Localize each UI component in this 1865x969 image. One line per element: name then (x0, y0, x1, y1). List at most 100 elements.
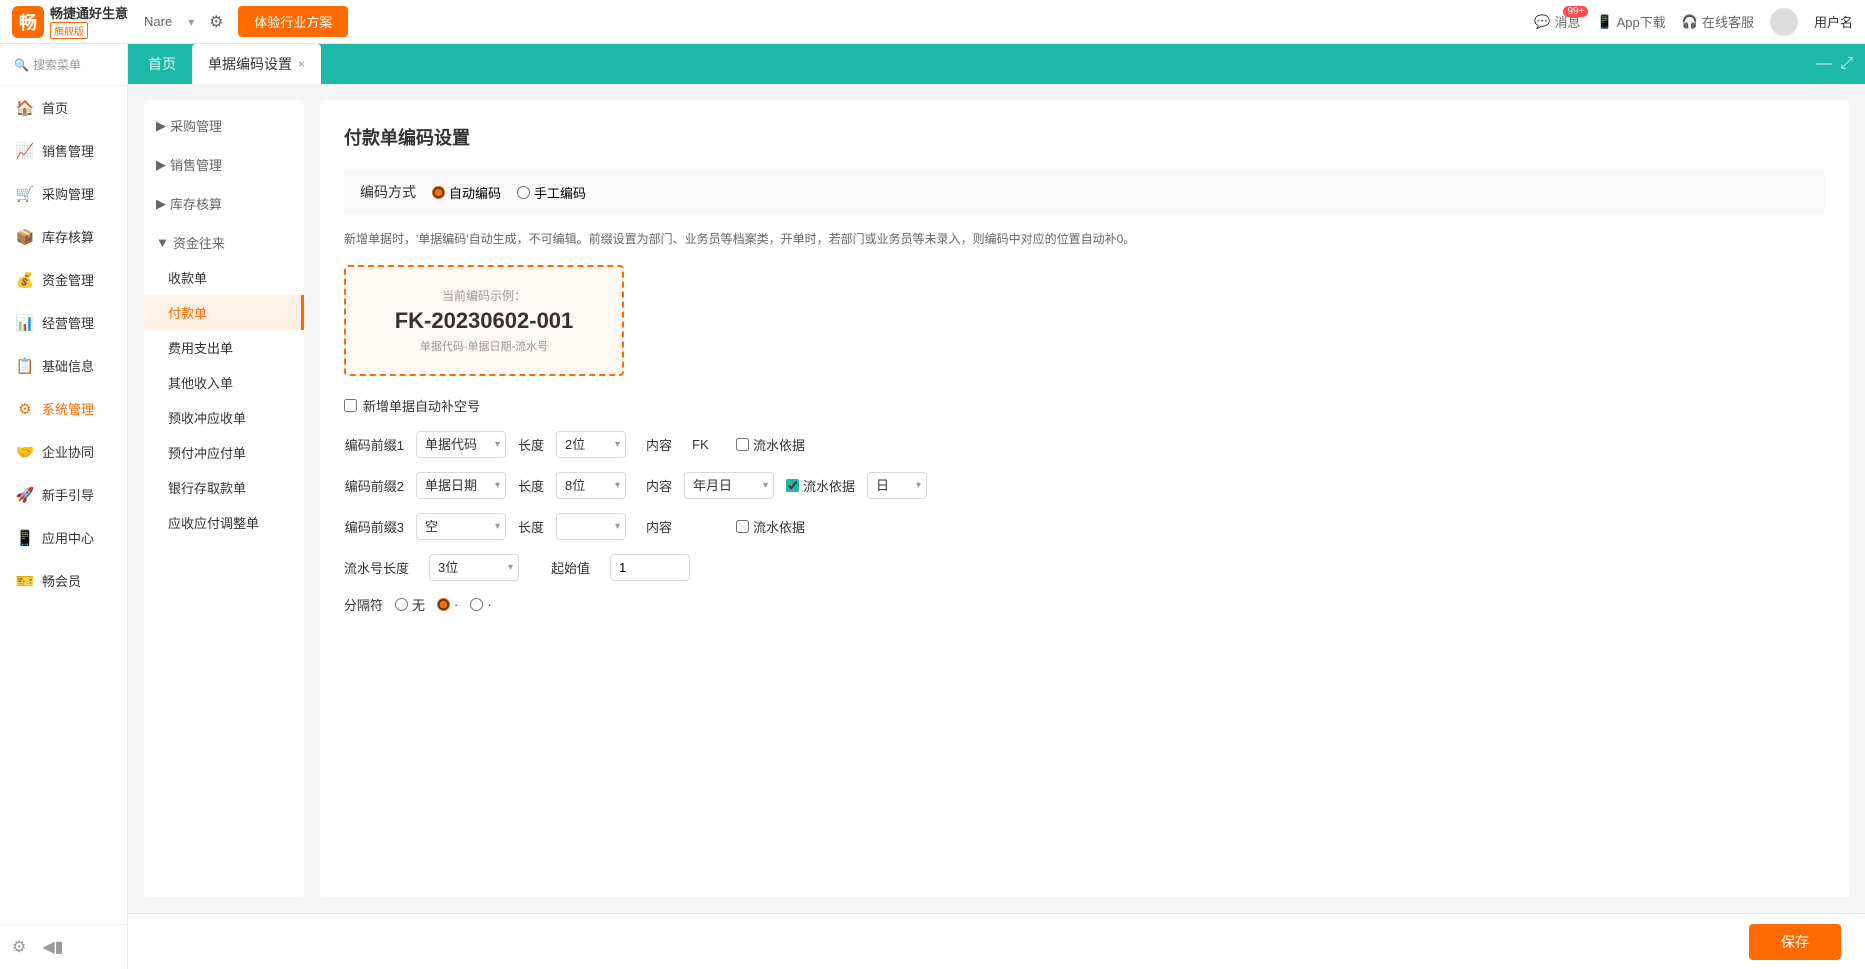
sidebar-item-appcenter[interactable]: 📱 应用中心 (0, 516, 127, 559)
sidebar-item-inventory[interactable]: 📦 库存核算 (0, 215, 127, 258)
manual-encode-radio[interactable]: 手工编码 (517, 183, 586, 202)
member-icon: 🎫 (16, 572, 34, 590)
trial-button[interactable]: 体验行业方案 (238, 6, 348, 37)
settings-icon[interactable]: ⚙ (202, 8, 230, 36)
sub-group-sales: ▶ 销售管理 (144, 147, 304, 182)
length1-label: 长度 (518, 435, 544, 454)
tab-encoding-label: 单据编码设置 (208, 54, 292, 74)
collapse-icon[interactable]: ◀▮ (38, 933, 67, 961)
length2-select[interactable]: 8位 (556, 472, 626, 499)
sep-dot-label: · (454, 597, 458, 612)
sub-group-fund: ▼ 资金往来 收款单 付款单 费用支出单 其他收入单 预收冲应收单 预付冲应付单… (144, 225, 304, 540)
sidebar-item-operation[interactable]: 📊 经营管理 (0, 301, 127, 344)
manual-encode-radio-input[interactable] (517, 186, 530, 199)
app-download-btn[interactable]: 📱 App下载 (1596, 12, 1665, 31)
appcenter-icon: 📱 (16, 529, 34, 547)
save-button[interactable]: 保存 (1749, 924, 1841, 960)
sidebar-label-inventory: 库存核算 (42, 227, 94, 246)
prefix2-label: 编码前缀2 (344, 476, 404, 495)
user-avatar[interactable] (1770, 8, 1798, 36)
content1-value: FK (684, 433, 724, 456)
auto-encode-radio-input[interactable] (432, 186, 445, 199)
sidebar-item-system[interactable]: ⚙ 系统管理 (0, 387, 127, 430)
sub-item-advance-offset[interactable]: 预付冲应付单 (144, 435, 304, 470)
sidebar-item-guide[interactable]: 🚀 新手引导 (0, 473, 127, 516)
sub-header-inventory[interactable]: ▶ 库存核算 (144, 186, 304, 221)
sub-item-payment[interactable]: 付款单 (144, 295, 304, 330)
sub-header-purchase[interactable]: ▶ 采购管理 (144, 108, 304, 143)
minimize-icon[interactable]: — (1816, 55, 1832, 73)
sub-item-prepay-offset[interactable]: 预收冲应收单 (144, 400, 304, 435)
cooperation-icon: 🤝 (16, 443, 34, 461)
form-row-1: 编码前缀1 单据代码 长度 2位 内容 (344, 431, 1825, 458)
sidebar-item-purchase[interactable]: 🛒 采购管理 (0, 172, 127, 215)
content2-select-wrapper: 年月日 (684, 472, 774, 499)
sub-item-other-income[interactable]: 其他收入单 (144, 365, 304, 400)
message-icon: 💬 (1534, 14, 1550, 30)
encoding-radio-group: 自动编码 手工编码 (432, 183, 586, 202)
sub-group-purchase: ▶ 采购管理 (144, 108, 304, 143)
prefix1-select[interactable]: 单据代码 (416, 431, 506, 458)
sub-item-ar-ap-adjust[interactable]: 应收应付调整单 (144, 505, 304, 540)
sep-dot-input[interactable] (437, 598, 450, 611)
service-btn[interactable]: 🎧 在线客服 (1682, 12, 1754, 31)
main-panel: 付款单编码设置 编码方式 自动编码 手工编码 (320, 100, 1849, 897)
tab-close-icon[interactable]: × (298, 57, 305, 71)
auto-encode-radio[interactable]: 自动编码 (432, 183, 501, 202)
sidebar-item-basic[interactable]: 📋 基础信息 (0, 344, 127, 387)
expand-icon[interactable]: ⤢ (1840, 55, 1853, 73)
tab-home[interactable]: 首页 (132, 44, 192, 84)
content2-select[interactable]: 年月日 (684, 472, 774, 499)
preview-sub: 单据代码-单据日期-流水号 (420, 338, 548, 354)
sep-dash-radio[interactable]: · (470, 597, 491, 612)
sidebar-label-member: 畅会员 (42, 571, 81, 590)
sub-item-bank[interactable]: 银行存取款单 (144, 470, 304, 505)
top-bar: 畅 畅捷通好生意 旗舰版 Nare ▾ ⚙ 体验行业方案 💬 消息 99+ 📱 … (0, 0, 1865, 44)
prefix1-label: 编码前缀1 (344, 435, 404, 454)
sidebar-item-home[interactable]: 🏠 首页 (0, 86, 127, 129)
settings-bottom-icon[interactable]: ⚙ (8, 933, 30, 961)
sub-header-fund[interactable]: ▼ 资金往来 (144, 225, 304, 260)
dropdown-arrow-icon[interactable]: ▾ (188, 15, 194, 29)
system-icon: ⚙ (16, 400, 34, 418)
serial1-checkbox[interactable] (736, 438, 749, 451)
messages-btn[interactable]: 💬 消息 99+ (1534, 12, 1580, 31)
tab-home-label: 首页 (148, 54, 176, 74)
length1-select[interactable]: 2位 (556, 431, 626, 458)
prefix2-select[interactable]: 单据日期 (416, 472, 506, 499)
tab-bar-left: 首页 单据编码设置 × (132, 44, 321, 84)
serial3-checkbox-label[interactable]: 流水依据 (736, 517, 805, 536)
sidebar-search: 🔍 搜索菜单 (0, 44, 127, 86)
sep-dash-input[interactable] (470, 598, 483, 611)
search-menu-btn[interactable]: 🔍 搜索菜单 (8, 52, 119, 77)
search-icon: 🔍 (14, 58, 29, 72)
app-icon: 📱 (1596, 14, 1612, 30)
sidebar-item-member[interactable]: 🎫 畅会员 (0, 559, 127, 602)
length3-select[interactable] (556, 513, 626, 540)
prefix1-select-wrapper: 单据代码 (416, 431, 506, 458)
serial2-label: 流水依据 (803, 476, 855, 495)
prefix3-select[interactable]: 空 (416, 513, 506, 540)
serial3-checkbox[interactable] (736, 520, 749, 533)
sidebar-item-fund[interactable]: 💰 资金管理 (0, 258, 127, 301)
auto-fill-checkbox[interactable] (344, 399, 357, 412)
sub-item-receipt[interactable]: 收款单 (144, 260, 304, 295)
sidebar-item-sales[interactable]: 📈 销售管理 (0, 129, 127, 172)
serial1-checkbox-label[interactable]: 流水依据 (736, 435, 805, 454)
start-value-input[interactable] (610, 554, 690, 581)
serial2-checkbox[interactable] (786, 479, 799, 492)
sub-header-sales[interactable]: ▶ 销售管理 (144, 147, 304, 182)
sidebar-label-cooperation: 企业协同 (42, 442, 94, 461)
logo-edition: 旗舰版 (50, 22, 88, 39)
serial-length-select[interactable]: 3位 4位 5位 (429, 554, 519, 581)
tab-encoding-settings[interactable]: 单据编码设置 × (192, 44, 321, 84)
day-select[interactable]: 日 月 年 (867, 472, 927, 499)
guide-icon: 🚀 (16, 486, 34, 504)
sub-item-expense[interactable]: 费用支出单 (144, 330, 304, 365)
sep-dot-radio[interactable]: · (437, 597, 458, 612)
nav-dropdown-btn[interactable]: Nare (136, 10, 180, 33)
sep-none-radio[interactable]: 无 (395, 595, 425, 614)
sidebar-item-cooperation[interactable]: 🤝 企业协同 (0, 430, 127, 473)
serial2-checkbox-label[interactable]: 流水依据 (786, 476, 855, 495)
sep-none-input[interactable] (395, 598, 408, 611)
